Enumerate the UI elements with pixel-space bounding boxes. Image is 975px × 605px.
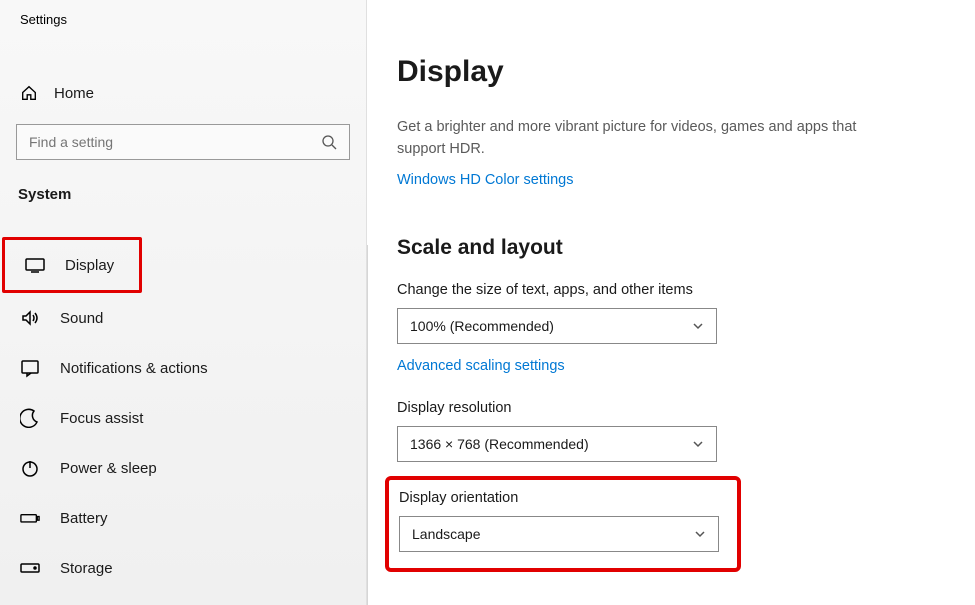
chevron-down-icon [692,438,704,450]
divider [366,245,368,605]
sidebar-item-label: Notifications & actions [60,360,208,377]
battery-icon [20,508,40,528]
storage-icon [20,558,40,578]
search-input[interactable] [29,134,321,150]
sidebar-item-label: Power & sleep [60,460,157,477]
sidebar-item-power-sleep[interactable]: Power & sleep [0,443,366,493]
app-title: Settings [0,12,366,39]
sidebar-item-display[interactable]: Display [2,237,142,293]
scale-layout-title: Scale and layout [397,236,975,260]
search-input-container[interactable] [16,124,350,160]
advanced-scaling-link[interactable]: Advanced scaling settings [397,358,975,374]
sidebar-item-sound[interactable]: Sound [0,293,366,343]
sidebar-item-notifications[interactable]: Notifications & actions [0,343,366,393]
text-size-value: 100% (Recommended) [410,318,554,334]
sidebar-nav: Display Sound Notifications & actions [0,237,366,593]
chevron-down-icon [692,320,704,332]
text-size-label: Change the size of text, apps, and other… [397,282,975,298]
sidebar-item-label: Sound [60,310,103,327]
page-title: Display [397,55,975,89]
resolution-value: 1366 × 768 (Recommended) [410,436,589,452]
sidebar: Settings Home System Display [0,0,366,605]
orientation-label: Display orientation [399,490,723,506]
sidebar-item-label: Focus assist [60,410,143,427]
sidebar-item-label: Battery [60,510,108,527]
sidebar-item-storage[interactable]: Storage [0,543,366,593]
focus-assist-icon [20,408,40,428]
resolution-dropdown[interactable]: 1366 × 768 (Recommended) [397,426,717,462]
orientation-highlight: Display orientation Landscape [385,476,741,572]
display-icon [25,255,45,275]
hdr-settings-link[interactable]: Windows HD Color settings [397,172,573,188]
sound-icon [20,308,40,328]
sidebar-item-label: Storage [60,560,113,577]
category-title: System [0,160,366,213]
home-label: Home [54,85,94,102]
text-size-dropdown[interactable]: 100% (Recommended) [397,308,717,344]
orientation-dropdown[interactable]: Landscape [399,516,719,552]
orientation-value: Landscape [412,526,481,542]
main-content: Display Get a brighter and more vibrant … [366,0,975,605]
notifications-icon [20,358,40,378]
chevron-down-icon [694,528,706,540]
home-icon [20,84,38,102]
search-icon [321,134,337,150]
sidebar-item-focus-assist[interactable]: Focus assist [0,393,366,443]
resolution-label: Display resolution [397,400,975,416]
sidebar-item-battery[interactable]: Battery [0,493,366,543]
hdr-description: Get a brighter and more vibrant picture … [397,117,887,161]
sidebar-item-label: Display [65,257,114,274]
power-icon [20,458,40,478]
home-button[interactable]: Home [0,74,366,112]
